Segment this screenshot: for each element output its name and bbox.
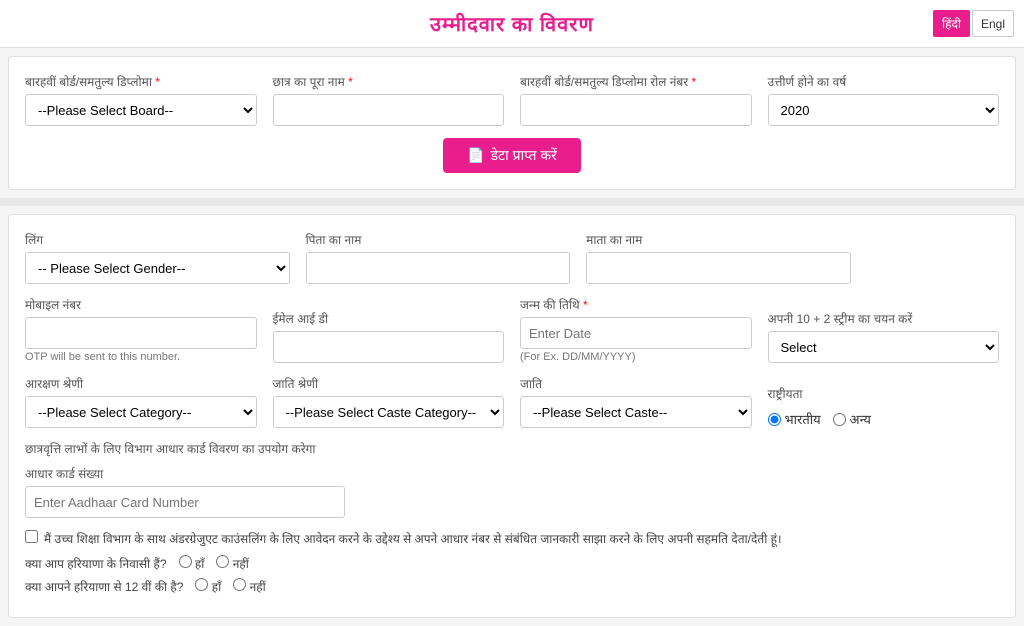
mother-name-label: माता का नाम: [586, 231, 851, 248]
haryana-12-no-radio[interactable]: [233, 578, 246, 591]
haryana-resident-no-radio[interactable]: [216, 555, 229, 568]
aadhaar-label: आधार कार्ड संख्या: [25, 465, 345, 482]
contact-row: मोबाइल नंबर OTP will be sent to this num…: [25, 296, 999, 363]
caste-select[interactable]: --Please Select Caste--: [520, 396, 752, 428]
gender-group: लिंग -- Please Select Gender-- पुरुष महि…: [25, 231, 290, 284]
nationality-indian-option[interactable]: भारतीय: [768, 410, 821, 428]
nationality-group: राष्ट्रीयता भारतीय अन्य: [768, 385, 1000, 428]
mobile-group: मोबाइल नंबर OTP will be sent to this num…: [25, 296, 257, 363]
mother-name-group: माता का नाम: [586, 231, 851, 284]
father-name-group: पिता का नाम: [306, 231, 571, 284]
board-group: बारहवीं बोर्ड/समतुल्य डिप्लोमा * --Pleas…: [25, 73, 257, 126]
dob-input[interactable]: [520, 317, 752, 349]
hindi-lang-button[interactable]: हिंदी: [933, 10, 970, 37]
caste-label: जाति: [520, 375, 752, 392]
haryana-12-label: क्या आपने हरियाणा से 12 वीं की है?: [25, 578, 183, 595]
haryana-12-yes-option[interactable]: हाँ: [195, 578, 221, 595]
aadhaar-row: आधार कार्ड संख्या: [25, 465, 999, 518]
category-group: आरक्षण श्रेणी --Please Select Category--: [25, 375, 257, 428]
otp-note: OTP will be sent to this number.: [25, 351, 257, 363]
haryana-12-no-option[interactable]: नहीं: [233, 578, 265, 595]
haryana-12-row: क्या आपने हरियाणा से 12 वीं की है? हाँ न…: [25, 578, 999, 595]
gender-label: लिंग: [25, 231, 290, 248]
caste-category-select[interactable]: --Please Select Caste Category--: [273, 396, 505, 428]
aadhaar-input[interactable]: [25, 486, 345, 518]
category-select[interactable]: --Please Select Category--: [25, 396, 257, 428]
student-name-input[interactable]: [273, 94, 505, 126]
roll-no-label: बारहवीं बोर्ड/समतुल्य डिप्लोमा रोल नंबर …: [520, 73, 752, 90]
stream-select[interactable]: Select: [768, 331, 1000, 363]
gender-select[interactable]: -- Please Select Gender-- पुरुष महिला अन…: [25, 252, 290, 284]
stream-label: अपनी 10 + 2 स्ट्रीम का चयन करें: [768, 310, 1000, 327]
mother-name-input[interactable]: [586, 252, 851, 284]
fetch-data-button[interactable]: 📄 डेटा प्राप्त करें: [443, 138, 581, 173]
category-row: आरक्षण श्रेणी --Please Select Category--…: [25, 375, 999, 428]
aadhaar-group: आधार कार्ड संख्या: [25, 465, 345, 518]
haryana-12-yes-radio[interactable]: [195, 578, 208, 591]
aadhaar-section-note: छात्रवृत्ति लाभों के लिए विभाग आधार कार्…: [25, 440, 999, 457]
gender-parents-row: लिंग -- Please Select Gender-- पुरुष महि…: [25, 231, 999, 284]
section-divider: [0, 198, 1024, 206]
board-label: बारहवीं बोर्ड/समतुल्य डिप्लोमा *: [25, 73, 257, 90]
caste-category-label: जाति श्रेणी: [273, 375, 505, 392]
dob-group: जन्म की तिथि * (For Ex. DD/MM/YYYY): [520, 296, 752, 363]
dob-hint: (For Ex. DD/MM/YYYY): [520, 351, 752, 363]
language-switcher: हिंदी Engl: [933, 10, 1014, 37]
email-input[interactable]: [273, 331, 505, 363]
category-label: आरक्षण श्रेणी: [25, 375, 257, 392]
passing-year-group: उत्तीर्ण होने का वर्ष 2020 2019 2018 201…: [768, 73, 1000, 126]
dob-label: जन्म की तिथि *: [520, 296, 752, 313]
nationality-indian-radio[interactable]: [768, 413, 781, 426]
nationality-other-option[interactable]: अन्य: [833, 410, 871, 428]
mobile-input[interactable]: [25, 317, 257, 349]
haryana-resident-yes-radio[interactable]: [179, 555, 192, 568]
passing-year-label: उत्तीर्ण होने का वर्ष: [768, 73, 1000, 90]
father-name-label: पिता का नाम: [306, 231, 571, 248]
haryana-resident-row: क्या आप हरियाणा के निवासी हैं? हाँ नहीं: [25, 555, 999, 572]
mobile-label: मोबाइल नंबर: [25, 296, 257, 313]
haryana-resident-no-option[interactable]: नहीं: [216, 555, 248, 572]
board-row: बारहवीं बोर्ड/समतुल्य डिप्लोमा * --Pleas…: [25, 73, 999, 126]
haryana-resident-label: क्या आप हरियाणा के निवासी हैं?: [25, 555, 167, 572]
board-select[interactable]: --Please Select Board--: [25, 94, 257, 126]
nationality-other-radio[interactable]: [833, 413, 846, 426]
consent-row: मैं उच्च शिक्षा विभाग के साथ अंडरग्रेजुए…: [25, 530, 999, 547]
candidate-details-section: लिंग -- Please Select Gender-- पुरुष महि…: [8, 214, 1016, 618]
passing-year-select[interactable]: 2020 2019 2018 2017: [768, 94, 1000, 126]
database-icon: 📄: [467, 147, 484, 164]
caste-group: जाति --Please Select Caste--: [520, 375, 752, 428]
nationality-radio-group: भारतीय अन्य: [768, 410, 1000, 428]
stream-group: अपनी 10 + 2 स्ट्रीम का चयन करें Select: [768, 310, 1000, 363]
father-name-input[interactable]: [306, 252, 571, 284]
page-title: उम्मीदवार का विवरण: [430, 10, 594, 37]
fetch-btn-row: 📄 डेटा प्राप्त करें: [25, 138, 999, 173]
consent-checkbox[interactable]: [25, 530, 38, 543]
consent-text: मैं उच्च शिक्षा विभाग के साथ अंडरग्रेजुए…: [44, 530, 782, 547]
email-label: ईमेल आई डी: [273, 310, 505, 327]
english-lang-button[interactable]: Engl: [972, 10, 1014, 37]
nationality-label: राष्ट्रीयता: [768, 385, 1000, 402]
haryana-resident-yes-option[interactable]: हाँ: [179, 555, 205, 572]
board-info-section: बारहवीं बोर्ड/समतुल्य डिप्लोमा * --Pleas…: [8, 56, 1016, 190]
email-group: ईमेल आई डी: [273, 310, 505, 363]
caste-category-group: जाति श्रेणी --Please Select Caste Catego…: [273, 375, 505, 428]
page-header: उम्मीदवार का विवरण हिंदी Engl: [0, 0, 1024, 48]
roll-no-group: बारहवीं बोर्ड/समतुल्य डिप्लोमा रोल नंबर …: [520, 73, 752, 126]
student-name-label: छात्र का पूरा नाम *: [273, 73, 505, 90]
student-name-group: छात्र का पूरा नाम *: [273, 73, 505, 126]
roll-no-input[interactable]: [520, 94, 752, 126]
